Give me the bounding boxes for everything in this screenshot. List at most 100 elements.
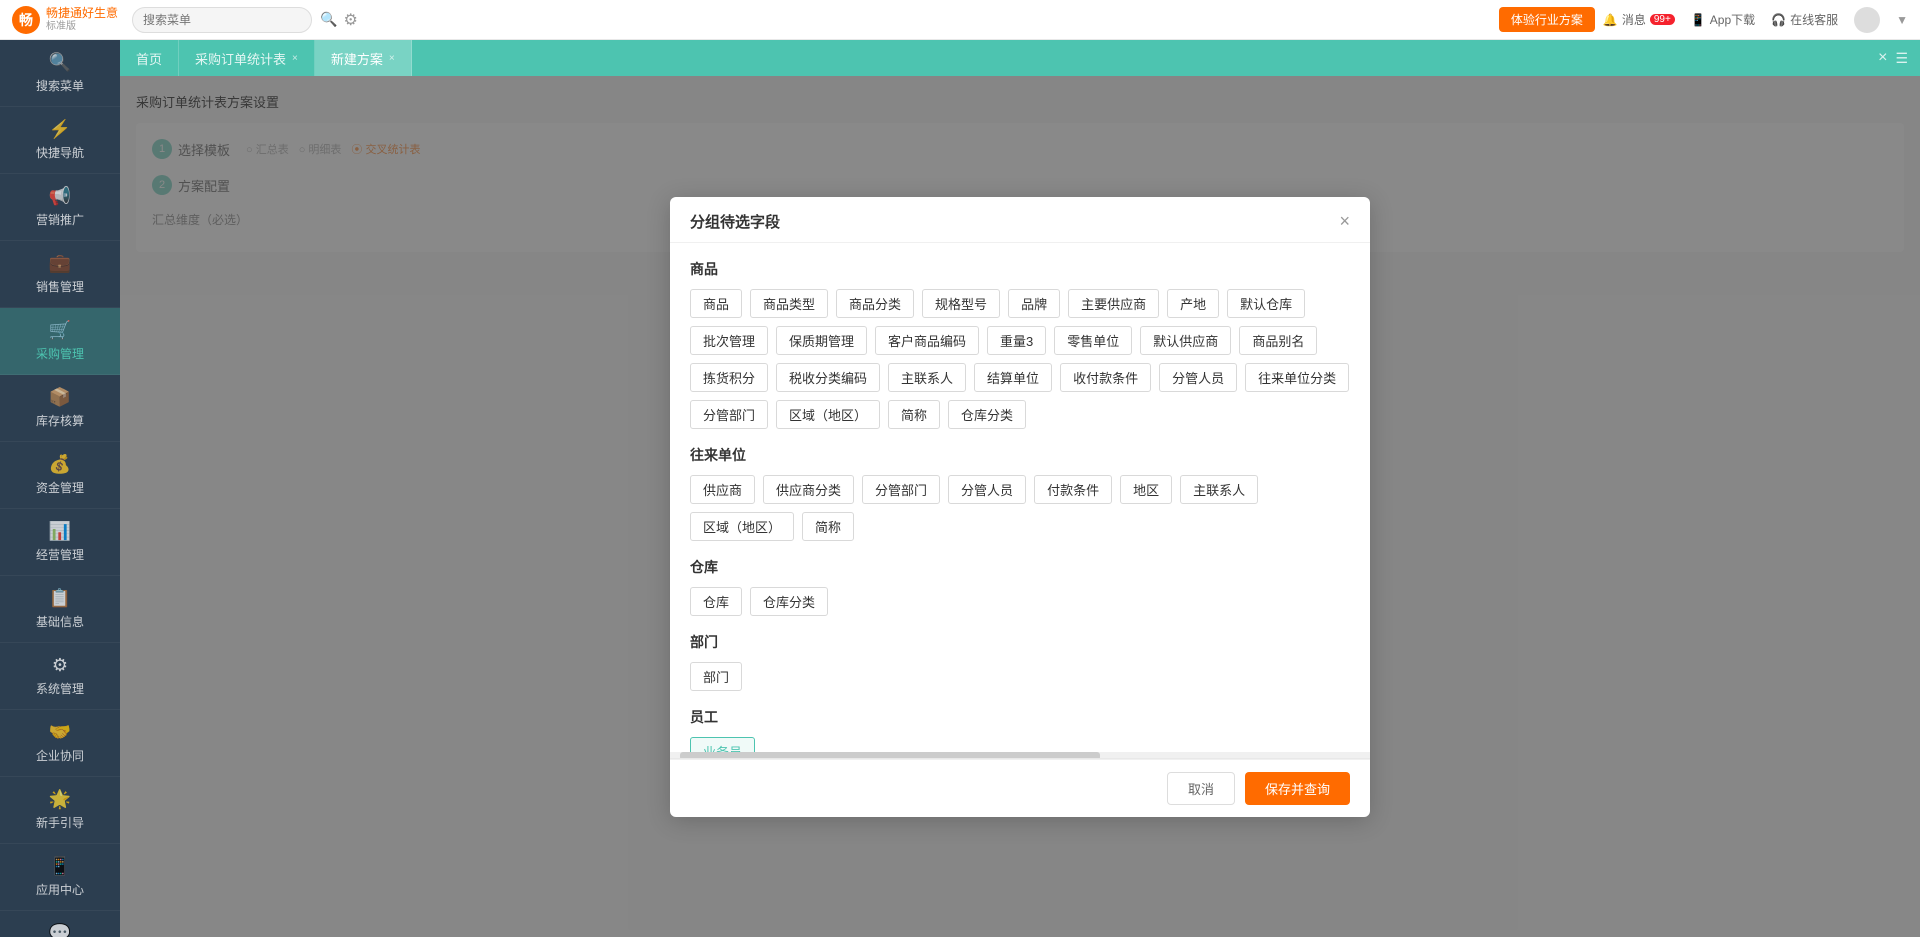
dialog-header: 分组待选字段 × <box>670 197 1370 243</box>
tabs-menu-btn[interactable]: ☰ <box>1895 50 1908 67</box>
sidebar-item-label: 销售管理 <box>36 278 84 295</box>
section-department-fields: 部门 <box>690 662 1350 691</box>
section-partner-title: 往来单位 <box>690 445 1350 465</box>
avatar[interactable] <box>1854 7 1880 33</box>
section-warehouse-title: 仓库 <box>690 557 1350 577</box>
field-supplier-category[interactable]: 供应商分类 <box>763 475 854 504</box>
sidebar-item-label: 搜索菜单 <box>36 77 84 94</box>
dialog-close-btn[interactable]: × <box>1339 211 1350 232</box>
tab-new-plan[interactable]: 新建方案 × <box>315 40 412 76</box>
sidebar-item-app-center[interactable]: 📱 应用中心 <box>0 844 120 911</box>
dialog-footer: 取消 保存并查询 <box>670 759 1370 817</box>
field-quality-mgmt[interactable]: 保质期管理 <box>776 326 867 355</box>
section-warehouse: 仓库 仓库 仓库分类 <box>690 557 1350 616</box>
field-spec-model[interactable]: 规格型号 <box>922 289 1000 318</box>
sidebar-item-label: 采购管理 <box>36 345 84 362</box>
field-region[interactable]: 地区 <box>1120 475 1172 504</box>
field-settle-unit[interactable]: 结算单位 <box>974 363 1052 392</box>
field-customer-code[interactable]: 客户商品编码 <box>875 326 979 355</box>
field-main-contact2[interactable]: 主联系人 <box>1180 475 1258 504</box>
field-weight3[interactable]: 重量3 <box>987 326 1046 355</box>
sidebar-item-label: 基础信息 <box>36 613 84 630</box>
field-supplier[interactable]: 供应商 <box>690 475 755 504</box>
section-partner: 往来单位 供应商 供应商分类 分管部门 分管人员 付款条件 地区 主联系人 区域… <box>690 445 1350 541</box>
dialog-hscroll[interactable] <box>670 752 1370 758</box>
field-batch-mgmt[interactable]: 批次管理 <box>690 326 768 355</box>
sidebar-item-basics[interactable]: 📋 基础信息 <box>0 576 120 643</box>
tab-close-purchase[interactable]: × <box>292 53 298 64</box>
sidebar-item-system[interactable]: ⚙ 系统管理 <box>0 643 120 710</box>
search-input[interactable] <box>132 7 312 33</box>
app-center-icon: 📱 <box>49 856 71 877</box>
field-wh-category[interactable]: 仓库分类 <box>750 587 828 616</box>
sidebar-item-sales[interactable]: 💼 销售管理 <box>0 241 120 308</box>
sales-icon: 💼 <box>49 253 71 274</box>
field-area-region[interactable]: 区域（地区） <box>776 400 880 429</box>
section-partner-fields: 供应商 供应商分类 分管部门 分管人员 付款条件 地区 主联系人 区域（地区） … <box>690 475 1350 541</box>
overlay: 分组待选字段 × 商品 商品 商品类型 商品分类 规格型号 品牌 主要供应商 产… <box>120 76 1920 937</box>
user-menu-icon[interactable]: ▼ <box>1896 13 1908 27</box>
field-product-alias[interactable]: 商品别名 <box>1239 326 1317 355</box>
field-default-warehouse[interactable]: 默认仓库 <box>1227 289 1305 318</box>
sidebar-item-enterprise[interactable]: 🤝 企业协同 <box>0 710 120 777</box>
sidebar-item-purchase[interactable]: 🛒 采购管理 <box>0 308 120 375</box>
field-manager[interactable]: 分管人员 <box>1159 363 1237 392</box>
sidebar-item-finance[interactable]: 💰 资金管理 <box>0 442 120 509</box>
field-salesperson[interactable]: 业务员 <box>690 737 755 753</box>
search-nav-icon: 🔍 <box>49 52 71 73</box>
field-product-category[interactable]: 商品分类 <box>836 289 914 318</box>
tabs-close-btn[interactable]: × <box>1878 49 1887 67</box>
experience-btn[interactable]: 体验行业方案 <box>1499 7 1595 32</box>
field-short-name2[interactable]: 简称 <box>802 512 854 541</box>
field-partner-unit-category[interactable]: 往来单位分类 <box>1245 363 1349 392</box>
settings-icon[interactable]: ⚙ <box>343 10 357 30</box>
field-dept2[interactable]: 部门 <box>690 662 742 691</box>
dialog-body[interactable]: 商品 商品 商品类型 商品分类 规格型号 品牌 主要供应商 产地 默认仓库 批次… <box>670 243 1370 753</box>
headset-icon: 🎧 <box>1771 13 1786 27</box>
sidebar-item-operations[interactable]: 📊 经营管理 <box>0 509 120 576</box>
online-service-item[interactable]: 🎧 在线客服 <box>1771 11 1838 28</box>
tab-purchase-order[interactable]: 采购订单统计表 × <box>179 40 315 76</box>
sidebar-item-guide[interactable]: 🌟 新手引导 <box>0 777 120 844</box>
notification-item[interactable]: 🔔 消息 99+ <box>1603 11 1675 28</box>
enterprise-icon: 🤝 <box>49 722 71 743</box>
field-main-supplier[interactable]: 主要供应商 <box>1068 289 1159 318</box>
field-area2[interactable]: 区域（地区） <box>690 512 794 541</box>
field-brand[interactable]: 品牌 <box>1008 289 1060 318</box>
field-pay-terms[interactable]: 付款条件 <box>1034 475 1112 504</box>
field-payment-terms[interactable]: 收付款条件 <box>1060 363 1151 392</box>
sidebar-item-inventory[interactable]: 📦 库存核算 <box>0 375 120 442</box>
hscroll-thumb <box>680 752 1100 758</box>
field-retail-unit[interactable]: 零售单位 <box>1054 326 1132 355</box>
confirm-button[interactable]: 保存并查询 <box>1245 772 1350 805</box>
sidebar-item-wechat[interactable]: 💬 企业微信 <box>0 911 120 937</box>
topbar-right: 🔔 消息 99+ 📱 App下载 🎧 在线客服 ▼ <box>1603 7 1908 33</box>
field-dept-mgmt[interactable]: 分管部门 <box>690 400 768 429</box>
sidebar-item-search[interactable]: 🔍 搜索菜单 <box>0 40 120 107</box>
field-origin[interactable]: 产地 <box>1167 289 1219 318</box>
field-tax-code[interactable]: 税收分类编码 <box>776 363 880 392</box>
field-product-type[interactable]: 商品类型 <box>750 289 828 318</box>
field-default-supplier[interactable]: 默认供应商 <box>1140 326 1231 355</box>
sidebar-item-label: 营销推广 <box>36 211 84 228</box>
tab-home[interactable]: 首页 <box>120 40 179 76</box>
field-wh[interactable]: 仓库 <box>690 587 742 616</box>
sidebar-item-quick-nav[interactable]: ⚡ 快捷导航 <box>0 107 120 174</box>
wechat-icon: 💬 <box>49 923 71 937</box>
section-employee-title: 员工 <box>690 707 1350 727</box>
field-pick-points[interactable]: 拣货积分 <box>690 363 768 392</box>
topbar: 畅 畅捷通好生意 标准版 🔍 ⚙ 体验行业方案 🔔 消息 99+ 📱 App下载… <box>0 0 1920 40</box>
nav-tabs-bar: 首页 采购订单统计表 × 新建方案 × × ☰ <box>120 40 1920 76</box>
app-download-item[interactable]: 📱 App下载 <box>1691 11 1755 28</box>
field-main-contact[interactable]: 主联系人 <box>888 363 966 392</box>
sidebar-item-marketing[interactable]: 📢 营销推广 <box>0 174 120 241</box>
cancel-button[interactable]: 取消 <box>1167 772 1235 805</box>
logo: 畅 畅捷通好生意 标准版 <box>12 6 132 34</box>
quick-nav-icon: ⚡ <box>49 119 71 140</box>
field-product[interactable]: 商品 <box>690 289 742 318</box>
tab-close-new-plan[interactable]: × <box>389 53 395 64</box>
field-dept-person[interactable]: 分管人员 <box>948 475 1026 504</box>
field-dept[interactable]: 分管部门 <box>862 475 940 504</box>
field-short-name[interactable]: 简称 <box>888 400 940 429</box>
field-warehouse-category[interactable]: 仓库分类 <box>948 400 1026 429</box>
